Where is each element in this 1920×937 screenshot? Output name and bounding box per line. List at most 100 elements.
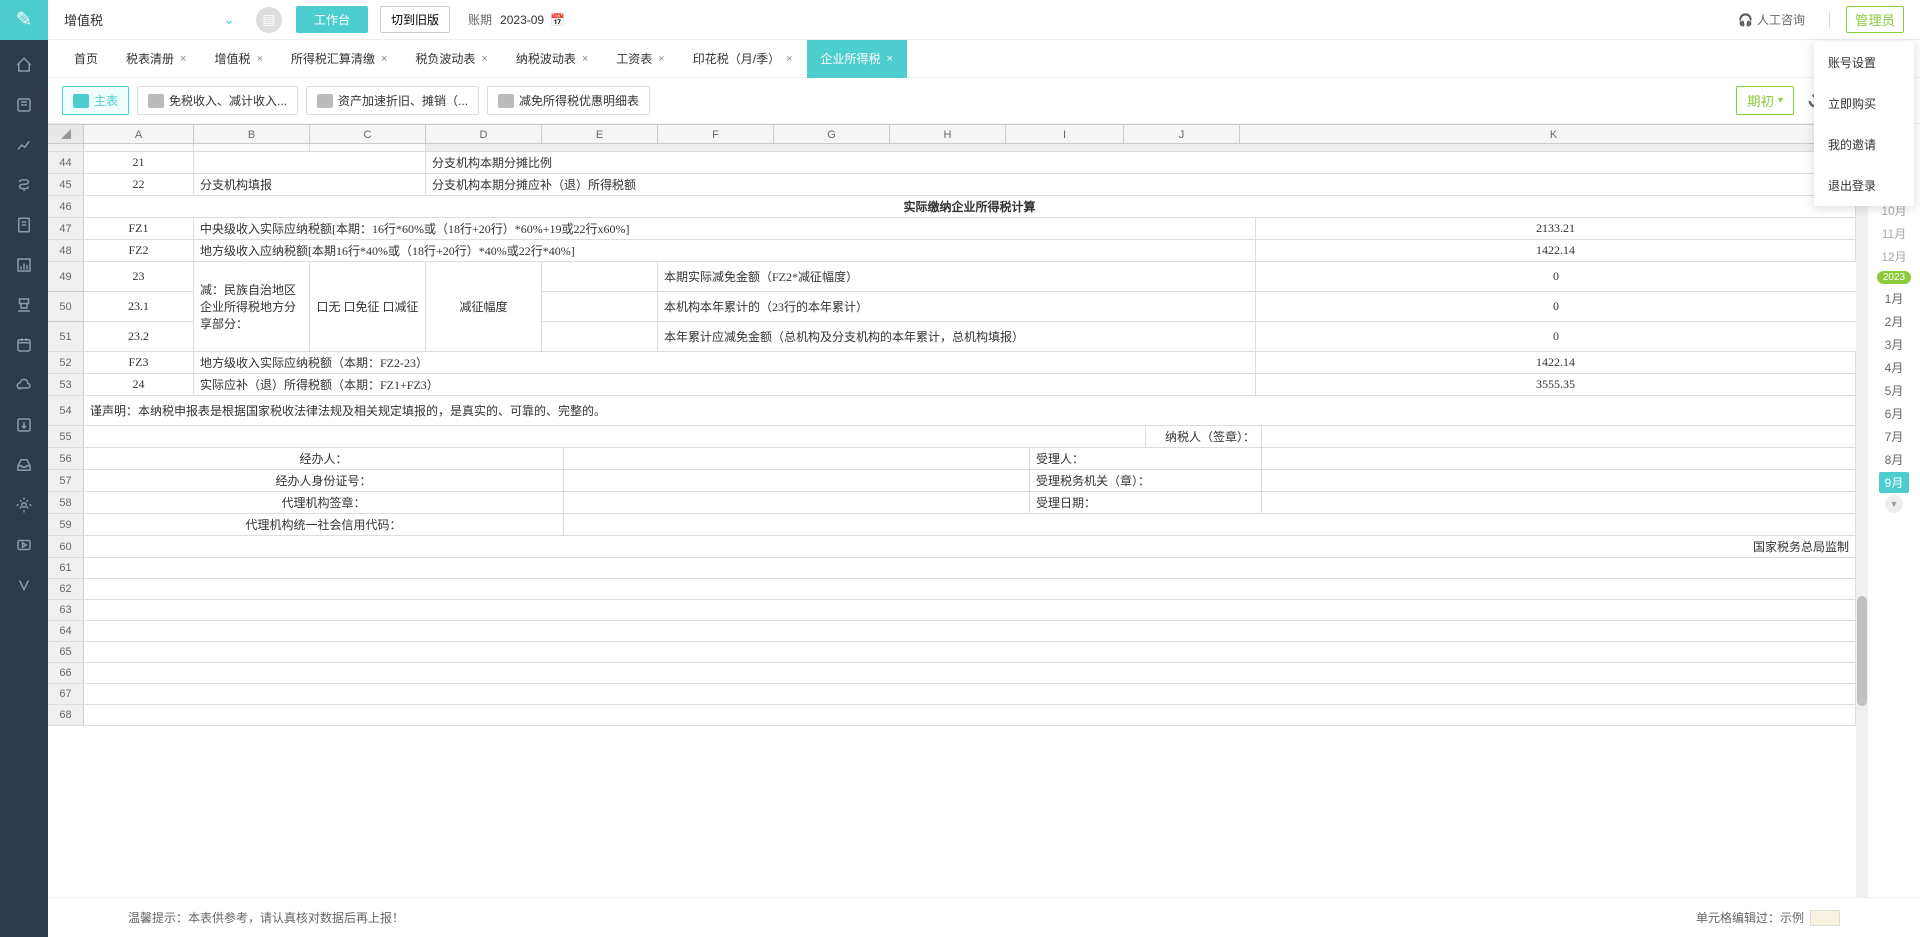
table-row[interactable]: 58 代理机构签章： 受理日期： [48,492,1856,514]
row-header[interactable]: 54 [48,396,84,425]
period-init-button[interactable]: 期初▾ [1736,86,1794,115]
support-link[interactable]: 🎧 人工咨询 [1738,11,1805,28]
cell-merge[interactable]: 减：民族自治地区企业所得税地方分享部分： [194,262,310,351]
row-header[interactable] [48,144,84,151]
cell[interactable]: 23.2 [84,322,193,351]
table-row[interactable]: 60 国家税务总局监制 [48,536,1856,558]
subtab-main[interactable]: 主表 [62,86,129,115]
row-header[interactable]: 53 [48,374,84,395]
row-header[interactable]: 62 [48,579,84,599]
cell-branch-fill[interactable]: 分支机构填报 [194,174,426,195]
col-header[interactable]: F [658,125,774,143]
cell[interactable]: 地方级收入实际应纳税额（本期：FZ2-23） [194,352,1256,373]
table-row[interactable]: 55 纳税人（签章）： [48,426,1856,448]
nav-home[interactable] [9,50,39,80]
table-row[interactable]: 53 24 实际应补（退）所得税额（本期：FZ1+FZ3） 3555.35 [48,374,1856,396]
row-header[interactable]: 61 [48,558,84,578]
cell[interactable] [542,322,657,351]
cell[interactable] [542,292,657,322]
close-icon[interactable]: × [256,53,262,65]
cell[interactable]: FZ1 [84,218,194,239]
tab-vat[interactable]: 增值税× [200,40,276,78]
vertical-scrollbar[interactable] [1856,144,1868,897]
nav-ledger[interactable] [9,90,39,120]
cell-value[interactable]: 1422.14 [1256,352,1856,373]
table-row[interactable]: 68 [48,705,1856,726]
table-row[interactable]: 67 [48,684,1856,705]
tab-corp-income-tax[interactable]: 企业所得税× [807,40,907,78]
cell[interactable]: 21 [84,152,194,173]
table-row[interactable] [48,144,1856,152]
row-header[interactable]: 57 [48,470,84,491]
cell[interactable]: 实际应补（退）所得税额（本期：FZ1+FZ3） [194,374,1256,395]
cell[interactable]: 本机构本年累计的（23行的本年累计） [658,292,1255,322]
close-icon[interactable]: × [481,53,487,65]
col-header[interactable]: C [310,125,426,143]
cell[interactable] [194,152,426,173]
doc-icon[interactable]: ▤ [256,7,282,33]
cell[interactable]: FZ3 [84,352,194,373]
cell-value[interactable]: 0 [1256,322,1856,351]
table-row[interactable]: 56 经办人： 受理人： [48,448,1856,470]
row-header[interactable]: 64 [48,621,84,641]
table-row[interactable]: 52 FZ3 地方级收入实际应纳税额（本期：FZ2-23） 1422.14 [48,352,1856,374]
table-row[interactable]: 65 [48,642,1856,663]
cell[interactable]: 23 [84,262,193,292]
tax-select[interactable]: 增值税 ⌄ [48,10,248,29]
dd-buy-now[interactable]: 立即购买 [1814,83,1914,124]
nav-doc[interactable] [9,210,39,240]
nav-v[interactable] [9,570,39,600]
cell[interactable]: 本年累计应减免金额（总机构及分支机构的本年累计，总机构填报） [658,322,1255,351]
month-item[interactable]: 8月 [1868,449,1920,470]
col-header[interactable]: K [1240,125,1868,143]
row-header[interactable]: 52 [48,352,84,373]
tab-tax-burden[interactable]: 税负波动表× [401,40,501,78]
table-row[interactable]: 64 [48,621,1856,642]
tab-tax-fluct[interactable]: 纳税波动表× [502,40,602,78]
cell[interactable]: 分支机构本期分摊应补（退）所得税额 [426,174,1856,195]
row-header[interactable]: 58 [48,492,84,513]
cell[interactable] [564,514,1856,535]
cell[interactable]: 23.1 [84,292,193,322]
nav-inbox[interactable] [9,450,39,480]
row-header[interactable]: 59 [48,514,84,535]
nav-video[interactable] [9,530,39,560]
dd-logout[interactable]: 退出登录 [1814,165,1914,206]
cell-value[interactable]: 0 [1256,262,1856,292]
table-row[interactable]: 45 22 分支机构填报 分支机构本期分摊应补（退）所得税额 [48,174,1856,196]
cell[interactable]: 纳税人（签章）： [1146,426,1262,447]
row-header[interactable]: 67 [48,684,84,704]
nav-report[interactable] [9,250,39,280]
month-down-icon[interactable]: ▾ [1885,495,1903,513]
nav-chart[interactable] [9,130,39,160]
table-row[interactable]: 46 实际缴纳企业所得税计算 [48,196,1856,218]
close-icon[interactable]: × [582,53,588,65]
month-item[interactable]: 11月 [1868,223,1920,244]
dd-my-invites[interactable]: 我的邀请 [1814,124,1914,165]
cell-merge[interactable]: 口无 口免征 口减征 [310,262,426,351]
cell[interactable] [84,558,1856,578]
cell-value[interactable]: 3555.35 [1256,374,1856,395]
workbench-button[interactable]: 工作台 [296,6,368,33]
cell[interactable] [1262,426,1856,447]
subtab-exempt[interactable]: 免税收入、减计收入... [137,86,298,115]
cell[interactable] [542,262,657,292]
table-row[interactable]: 59 代理机构统一社会信用代码： [48,514,1856,536]
cell[interactable] [84,684,1856,704]
cell[interactable] [310,144,426,151]
period-value[interactable]: 2023-09 [500,13,544,27]
nav-money[interactable] [9,170,39,200]
cell[interactable] [84,426,1146,447]
cell[interactable] [564,448,1030,469]
table-row[interactable]: 63 [48,600,1856,621]
cell[interactable]: 经办人身份证号： [84,470,564,491]
nav-export[interactable] [9,410,39,440]
nav-settings[interactable] [9,490,39,520]
scroll-thumb[interactable] [1857,596,1867,706]
close-icon[interactable]: × [381,53,387,65]
col-header[interactable]: D [426,125,542,143]
table-row[interactable]: 62 [48,579,1856,600]
cell[interactable] [426,144,1856,151]
row-header[interactable]: 46 [48,196,84,217]
close-icon[interactable]: × [887,53,893,65]
